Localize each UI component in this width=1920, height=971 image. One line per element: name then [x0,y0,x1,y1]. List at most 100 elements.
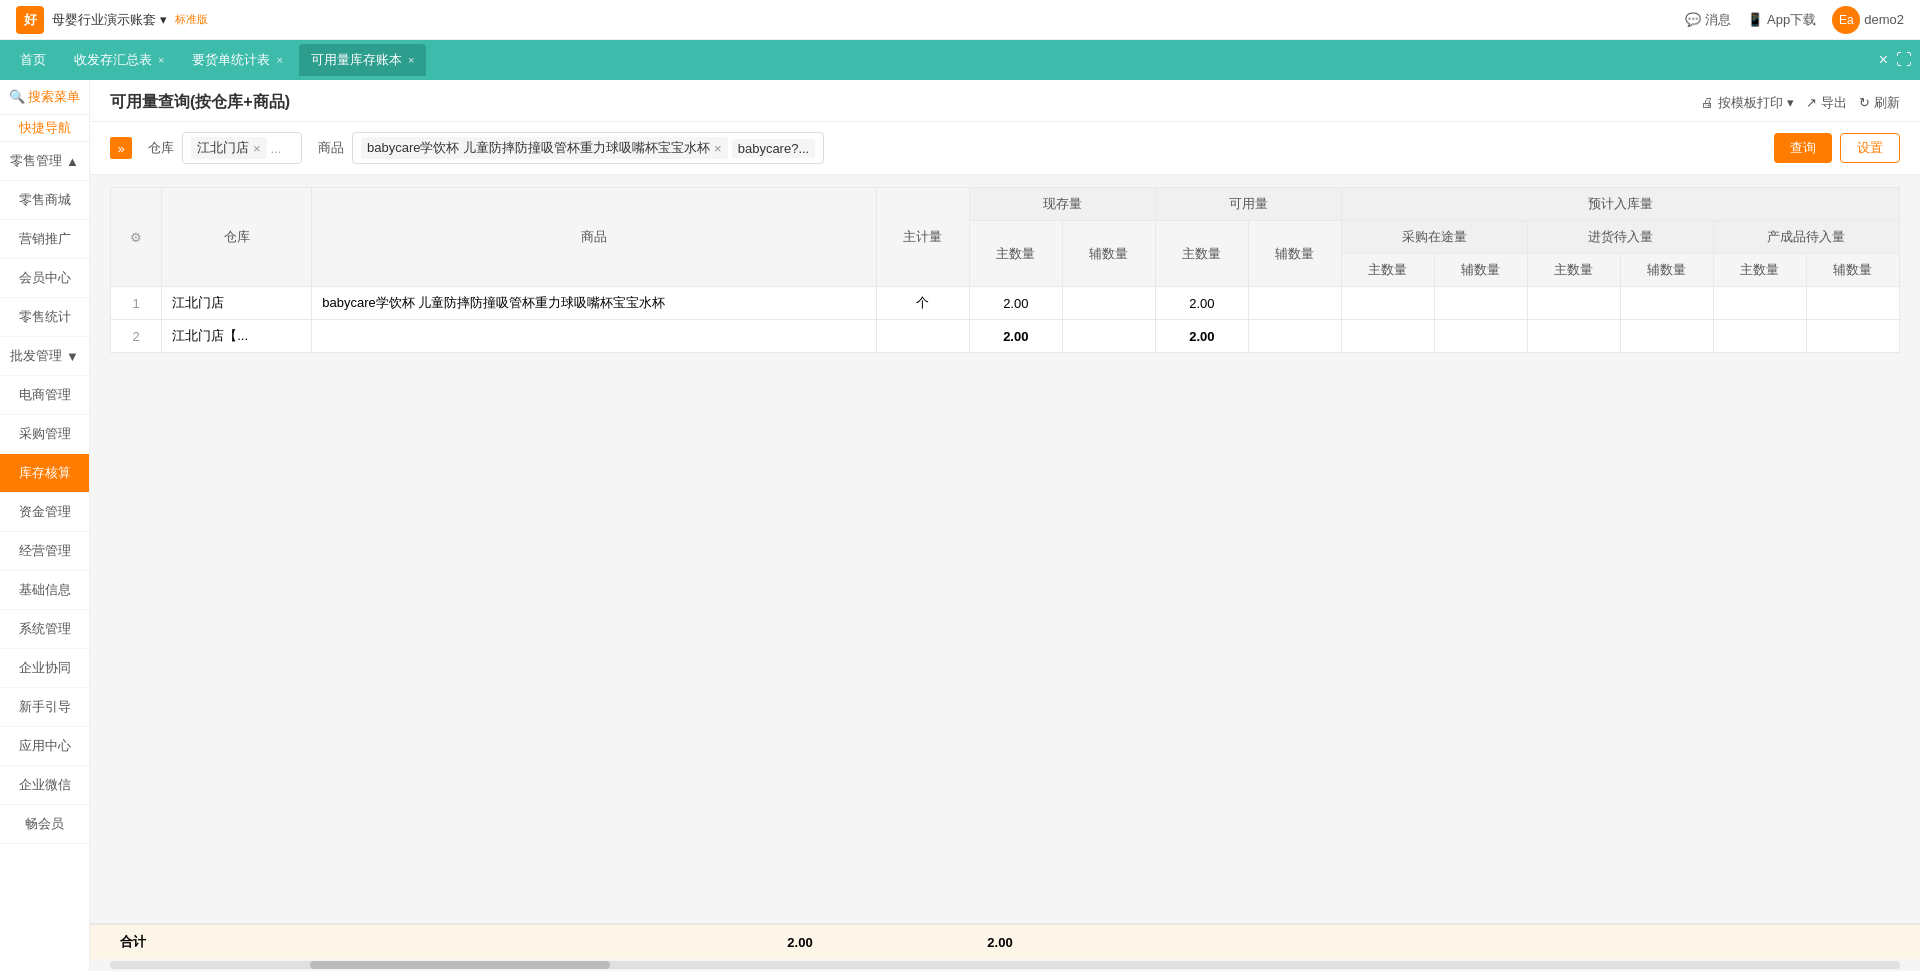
col-purchase-transit-aux: 辅数量 [1434,254,1527,287]
sidebar-item-finance[interactable]: 资金管理 [0,493,89,532]
goods-tag1-close[interactable]: × [714,141,722,156]
refresh-action[interactable]: ↻ 刷新 [1859,94,1900,112]
row-current-main-2: 2.00 [969,320,1062,353]
table-row: 1 江北门店 babycare学饮杯 儿童防摔防撞吸管杯重力球吸嘴杯宝宝水杯 个… [111,287,1900,320]
warehouse-filter-group: 仓库 江北门店 × ... [148,132,302,164]
sidebar-item-wholesale[interactable]: 批发管理 ▼ [0,337,89,376]
export-action[interactable]: ↗ 导出 [1806,94,1847,112]
tab-maximize[interactable]: ⛶ [1896,51,1912,69]
logo-icon: 好 [16,6,44,34]
col-current-main: 主数量 [969,221,1062,287]
top-bar-right: 💬 消息 📱 App下载 Ea demo2 [1685,6,1904,34]
row-inbound-main-1 [1527,287,1620,320]
goods-tag1: babycare学饮杯 儿童防摔防撞吸管杯重力球吸嘴杯宝宝水杯 × [361,137,728,159]
tab-bar: 首页 收发存汇总表 × 要货单统计表 × 可用量库存账本 × × ⛶ [0,40,1920,80]
filter-toggle-button[interactable]: » [110,137,132,159]
row-inbound-main-2 [1527,320,1620,353]
warehouse-input[interactable]: 江北门店 × ... [182,132,302,164]
scroll-thumb[interactable] [310,961,610,969]
row-products-aux-2 [1806,320,1899,353]
filter-bar: » 仓库 江北门店 × ... 商品 babycare学饮杯 儿童防摔防撞吸管杯… [90,122,1920,175]
sidebar-quick-nav[interactable]: 快捷导航 [0,115,89,142]
sidebar-item-purchase[interactable]: 采购管理 [0,415,89,454]
tab-available-close[interactable]: × [408,54,414,66]
sidebar-item-retail-stats[interactable]: 零售统计 [0,298,89,337]
message-link[interactable]: 💬 消息 [1685,11,1731,29]
refresh-icon: ↻ [1859,95,1870,110]
row-inbound-aux-1 [1620,287,1713,320]
tab-bar-right: × ⛶ [1879,51,1912,69]
sidebar-item-enterprise-collab[interactable]: 企业协同 [0,649,89,688]
search-icon: 🔍 [9,89,25,104]
tab-order-label: 要货单统计表 [192,51,270,69]
col-available-qty-header: 可用量 [1155,188,1341,221]
sidebar-item-member-center[interactable]: 会员中心 [0,259,89,298]
company-selector[interactable]: 母婴行业演示账套 ▾ [52,11,167,29]
page-actions: 🖨 按模板打印 ▾ ↗ 导出 ↻ 刷新 [1701,94,1900,112]
warehouse-more-dots[interactable]: ... [271,141,282,156]
sidebar-search[interactable]: 🔍 搜索菜单 [0,80,89,115]
tab-home[interactable]: 首页 [8,44,58,76]
row-available-aux-1 [1248,287,1341,320]
top-bar-left: 好 母婴行业演示账套 ▾ 标准版 [16,6,208,34]
row-warehouse-2: 江北门店【... [162,320,312,353]
settings-button[interactable]: 设置 [1840,133,1900,163]
sidebar-item-marketing[interactable]: 营销推广 [0,220,89,259]
row-current-aux-2 [1062,320,1155,353]
footer-current-main: 2.00 [750,935,850,950]
warehouse-tag-close[interactable]: × [253,141,261,156]
sidebar-item-operations[interactable]: 经营管理 [0,532,89,571]
tab-available-inventory[interactable]: 可用量库存账本 × [299,44,426,76]
warehouse-tag: 江北门店 × [191,137,267,159]
warehouse-filter-label: 仓库 [148,139,174,157]
col-available-main: 主数量 [1155,221,1248,287]
tab-receipt-close[interactable]: × [158,54,164,66]
sidebar-item-app-center[interactable]: 应用中心 [0,727,89,766]
col-inbound-pending-header: 进货待入量 [1527,221,1713,254]
settings-icon[interactable]: ⚙ [130,230,142,245]
col-settings[interactable]: ⚙ [111,188,162,287]
message-icon: 💬 [1685,12,1701,27]
sidebar-item-retail-mall[interactable]: 零售商城 [0,181,89,220]
goods-filter-group: 商品 babycare学饮杯 儿童防摔防撞吸管杯重力球吸嘴杯宝宝水杯 × bab… [318,132,824,164]
avatar: Ea [1832,6,1860,34]
goods-tag2: babycare?... [732,139,816,158]
query-button[interactable]: 查询 [1774,133,1832,163]
sidebar-item-new-guide[interactable]: 新手引导 [0,688,89,727]
company-name: 母婴行业演示账套 [52,11,156,29]
sidebar-item-vip[interactable]: 畅会员 [0,805,89,844]
goods-input[interactable]: babycare学饮杯 儿童防摔防撞吸管杯重力球吸嘴杯宝宝水杯 × babyca… [352,132,824,164]
print-action[interactable]: 🖨 按模板打印 ▾ [1701,94,1794,112]
user-profile[interactable]: Ea demo2 [1832,6,1904,34]
row-current-aux-1 [1062,287,1155,320]
export-icon: ↗ [1806,95,1817,110]
row-available-main-2: 2.00 [1155,320,1248,353]
sidebar-item-sys-mgmt[interactable]: 系统管理 [0,610,89,649]
row-purchase-transit-aux-2 [1434,320,1527,353]
filter-actions: 查询 设置 [1774,133,1900,163]
sidebar-item-inventory[interactable]: 库存核算 [0,454,89,493]
main-layout: 🔍 搜索菜单 快捷导航 零售管理 ▲ 零售商城 营销推广 会员中心 零售统计 批… [0,80,1920,971]
badge-label: 标准版 [175,12,208,27]
sidebar-item-basic-info[interactable]: 基础信息 [0,571,89,610]
content-area: 可用量查询(按仓库+商品) 🖨 按模板打印 ▾ ↗ 导出 ↻ 刷新 [90,80,1920,971]
table-row: 2 江北门店【... 2.00 2.00 [111,320,1900,353]
footer-available-main: 2.00 [950,935,1050,950]
col-products-aux: 辅数量 [1806,254,1899,287]
col-available-aux: 辅数量 [1248,221,1341,287]
sidebar-item-retail-mgmt[interactable]: 零售管理 ▲ [0,142,89,181]
sidebar-item-enterprise-wechat[interactable]: 企业微信 [0,766,89,805]
tab-order-close[interactable]: × [276,54,282,66]
sidebar-item-ecommerce[interactable]: 电商管理 [0,376,89,415]
row-available-main-1: 2.00 [1155,287,1248,320]
row-products-aux-1 [1806,287,1899,320]
horizontal-scrollbar[interactable] [90,959,1920,971]
col-purchase-transit-header: 采购在途量 [1341,221,1527,254]
row-products-main-1 [1713,287,1806,320]
phone-icon: 📱 [1747,12,1763,27]
app-download-link[interactable]: 📱 App下载 [1747,11,1816,29]
tab-receipt-summary[interactable]: 收发存汇总表 × [62,44,176,76]
tab-order-stats[interactable]: 要货单统计表 × [180,44,294,76]
tab-close-all[interactable]: × [1879,51,1888,69]
print-arrow: ▾ [1787,95,1794,110]
